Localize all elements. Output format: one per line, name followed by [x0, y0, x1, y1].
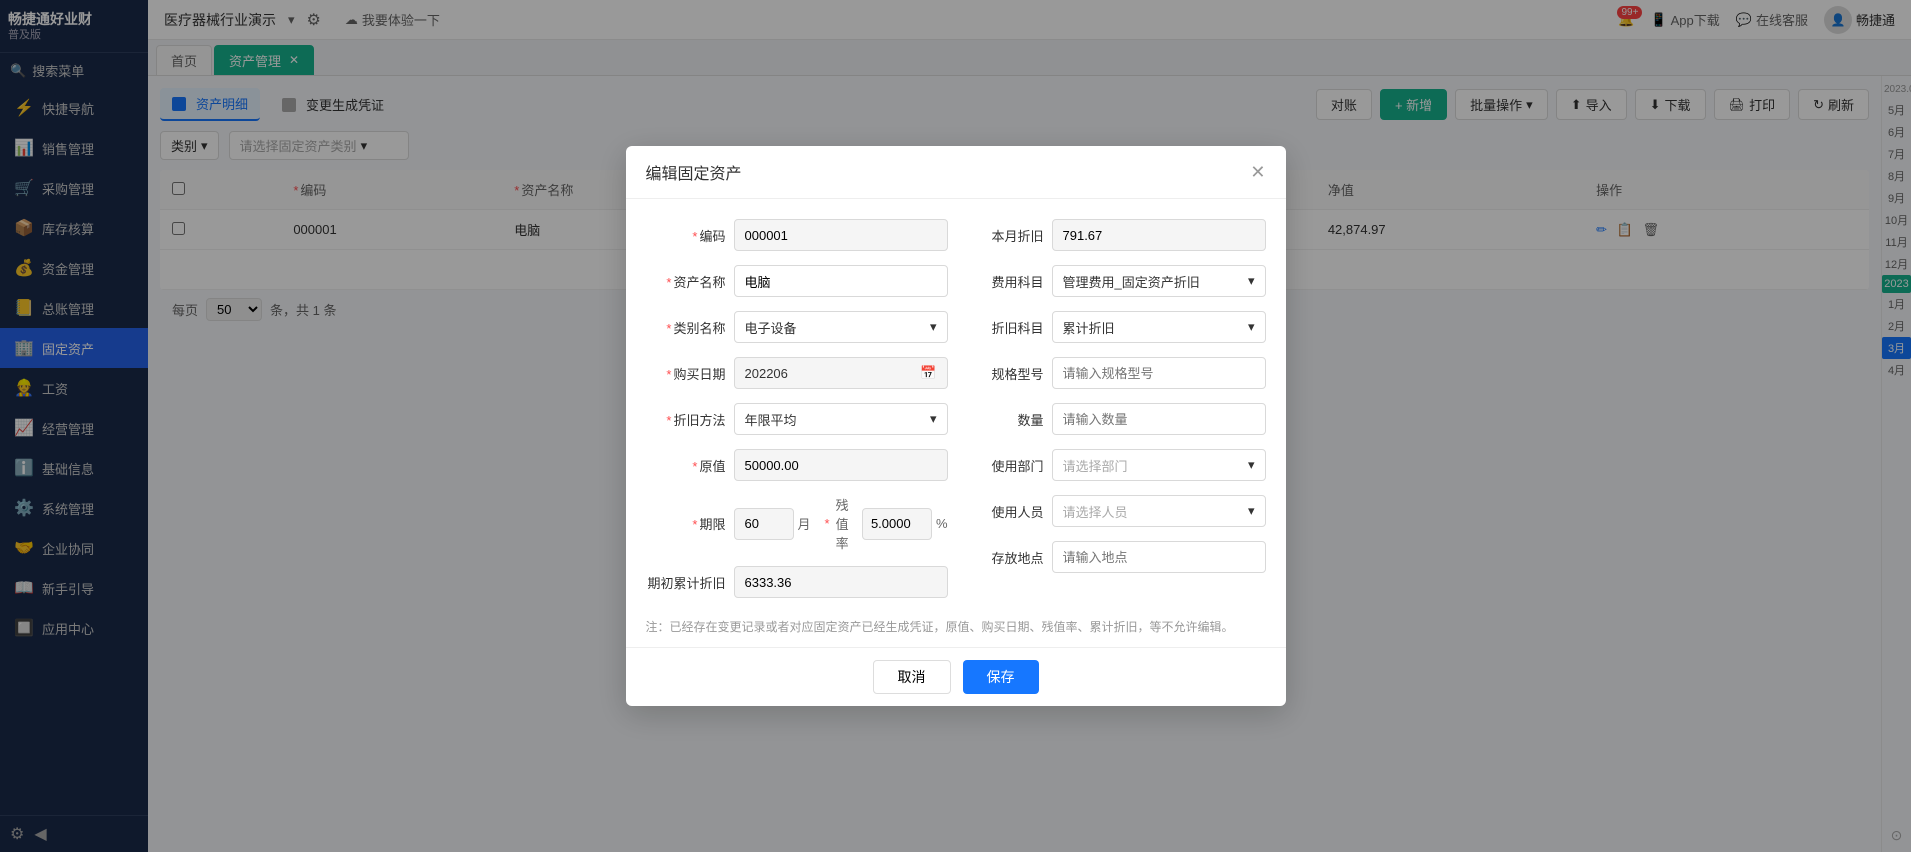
dept-label: 使用部门 [964, 456, 1044, 475]
expense-account-dropdown-icon: ▾ [1248, 273, 1255, 289]
cancel-button[interactable]: 取消 [873, 660, 951, 694]
edit-asset-modal: 编辑固定资产 ✕ *编码 *资产名称 [626, 146, 1286, 706]
residual-rate-label: 残值率 [836, 495, 858, 552]
field-code: *编码 [646, 219, 948, 251]
dep-account-label: 折旧科目 [964, 318, 1044, 337]
modal-footer: 取消 保存 [626, 647, 1286, 706]
period-unit: 月 [798, 514, 811, 533]
field-expense-account: 费用科目 管理费用_固定资产折旧 ▾ [964, 265, 1266, 297]
modal-left-col: *编码 *资产名称 *类别名称 电子设备 [646, 219, 948, 598]
monthly-dep-input [1052, 219, 1266, 251]
field-asset-name: *资产名称 [646, 265, 948, 297]
period-input[interactable] [734, 508, 794, 540]
personnel-dropdown-icon: ▾ [1248, 503, 1255, 519]
original-value-input[interactable] [734, 449, 948, 481]
save-button[interactable]: 保存 [963, 660, 1039, 694]
dep-account-select[interactable]: 累计折旧 ▾ [1052, 311, 1266, 343]
purchase-date-label: *购买日期 [646, 364, 726, 383]
field-location: 存放地点 [964, 541, 1266, 573]
dep-account-dropdown-icon: ▾ [1248, 319, 1255, 335]
calendar-icon: 📅 [920, 365, 936, 381]
location-label: 存放地点 [964, 548, 1044, 567]
field-monthly-dep: 本月折旧 [964, 219, 1266, 251]
field-dept: 使用部门 请选择部门 ▾ [964, 449, 1266, 481]
spec-input[interactable] [1052, 357, 1266, 389]
modal-note: 注：已经存在变更记录或者对应固定资产已经生成凭证，原值、购买日期、残值率、累计折… [626, 618, 1286, 647]
purchase-date-input[interactable]: 202206 📅 [734, 357, 948, 389]
asset-name-label: *资产名称 [646, 272, 726, 291]
residual-rate-input[interactable] [862, 508, 932, 540]
modal-right-col: 本月折旧 费用科目 管理费用_固定资产折旧 ▾ 折旧科目 累计折旧 [964, 219, 1266, 598]
code-input[interactable] [734, 219, 948, 251]
initial-dep-label: 期初累计折旧 [646, 573, 726, 592]
dep-method-select[interactable]: 年限平均 ▾ [734, 403, 948, 435]
original-value-label: *原值 [646, 456, 726, 475]
quantity-input[interactable] [1052, 403, 1266, 435]
initial-dep-input[interactable] [734, 566, 948, 598]
field-period-residual: *期限 月 * 残值率 % [646, 495, 948, 552]
period-row: 月 * 残值率 % [734, 495, 948, 552]
expense-account-select[interactable]: 管理费用_固定资产折旧 ▾ [1052, 265, 1266, 297]
field-dep-account: 折旧科目 累计折旧 ▾ [964, 311, 1266, 343]
field-purchase-date: *购买日期 202206 📅 [646, 357, 948, 389]
dept-select[interactable]: 请选择部门 ▾ [1052, 449, 1266, 481]
expense-account-label: 费用科目 [964, 272, 1044, 291]
dep-method-label: *折旧方法 [646, 410, 726, 429]
period-label: *期限 [646, 514, 726, 533]
monthly-dep-label: 本月折旧 [964, 226, 1044, 245]
field-initial-dep: 期初累计折旧 [646, 566, 948, 598]
asset-name-input[interactable] [734, 265, 948, 297]
quantity-label: 数量 [964, 410, 1044, 429]
code-label: *编码 [646, 226, 726, 245]
field-quantity: 数量 [964, 403, 1266, 435]
field-spec: 规格型号 [964, 357, 1266, 389]
field-original-value: *原值 [646, 449, 948, 481]
modal-overlay: 编辑固定资产 ✕ *编码 *资产名称 [0, 0, 1911, 852]
location-input[interactable] [1052, 541, 1266, 573]
personnel-select[interactable]: 请选择人员 ▾ [1052, 495, 1266, 527]
field-dep-method: *折旧方法 年限平均 ▾ [646, 403, 948, 435]
dep-method-dropdown-icon: ▾ [930, 411, 937, 427]
dept-dropdown-icon: ▾ [1248, 457, 1255, 473]
modal-title: 编辑固定资产 [646, 160, 742, 184]
modal-close-button[interactable]: ✕ [1250, 162, 1265, 183]
modal-body: *编码 *资产名称 *类别名称 电子设备 [626, 199, 1286, 618]
field-category: *类别名称 电子设备 ▾ [646, 311, 948, 343]
personnel-label: 使用人员 [964, 502, 1044, 521]
spec-label: 规格型号 [964, 364, 1044, 383]
residual-rate-unit: % [936, 516, 948, 531]
modal-header: 编辑固定资产 ✕ [626, 146, 1286, 199]
category-dropdown-icon: ▾ [930, 319, 937, 335]
field-personnel: 使用人员 请选择人员 ▾ [964, 495, 1266, 527]
category-label: *类别名称 [646, 318, 726, 337]
category-select[interactable]: 电子设备 ▾ [734, 311, 948, 343]
